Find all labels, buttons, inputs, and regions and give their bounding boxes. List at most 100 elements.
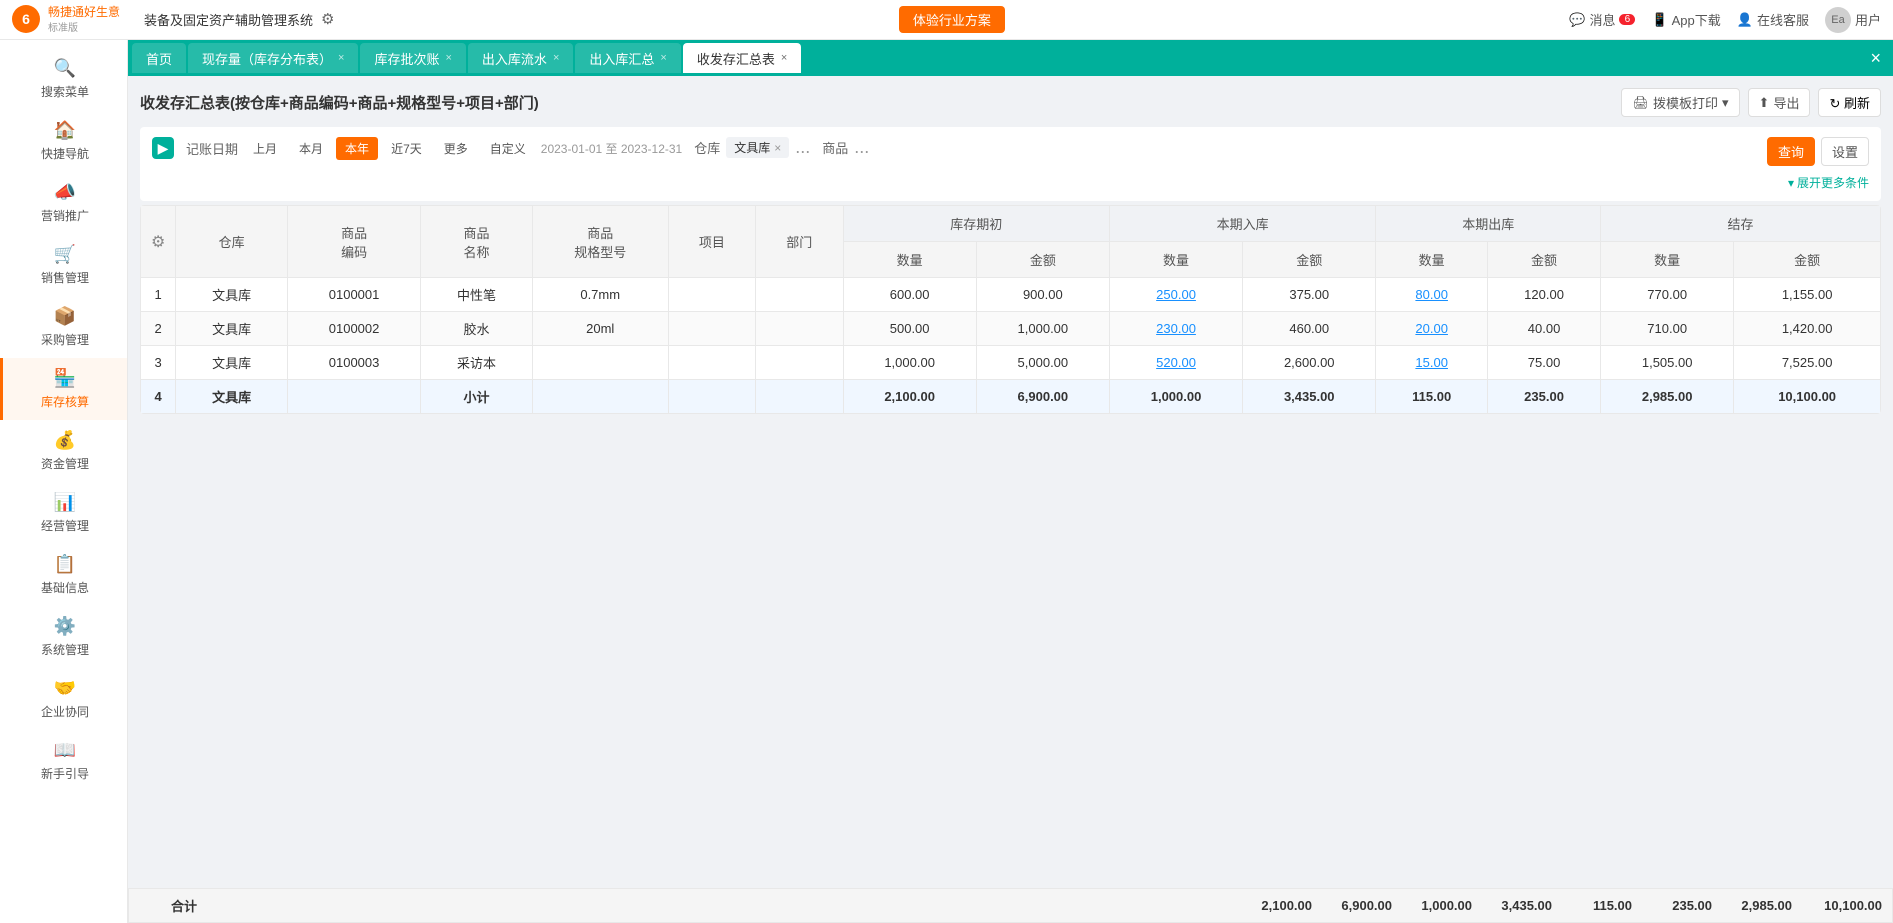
logo-area: 6 畅捷通好生意 标准版 装备及固定资产辅助管理系统 ⚙ <box>12 5 334 34</box>
row-name: 胶水 <box>421 312 533 346</box>
footer-in-qty: 1,000.00 <box>1392 898 1472 913</box>
user-item[interactable]: Ea 用户 <box>1825 7 1881 33</box>
sidebar-item-newbie[interactable]: 📖 新手引导 <box>0 730 127 792</box>
message-item[interactable]: 💬 消息 6 <box>1569 10 1635 29</box>
query-button[interactable]: 查询 <box>1767 137 1815 166</box>
top-header: 6 畅捷通好生意 标准版 装备及固定资产辅助管理系统 ⚙ 体验行业方案 💬 消息… <box>0 0 1893 40</box>
row-out-amt: 40.00 <box>1488 312 1601 346</box>
tab-collect-summary[interactable]: 收发存汇总表 × <box>683 43 801 73</box>
print-button[interactable]: 🖨 拨模板打印 ▾ <box>1621 88 1739 117</box>
experience-button[interactable]: 体验行业方案 <box>899 6 1005 33</box>
column-settings-icon[interactable]: ⚙ <box>151 234 165 251</box>
export-button[interactable]: ⬆ 导出 <box>1748 88 1811 117</box>
goods-more[interactable]: ... <box>854 137 869 158</box>
row-project <box>668 346 755 380</box>
row-in-qty[interactable]: 520.00 <box>1109 346 1242 380</box>
date-opt-7days[interactable]: 近7天 <box>382 137 431 160</box>
date-opt-this-year[interactable]: 本年 <box>336 137 378 160</box>
warehouse-tag-close[interactable]: × <box>774 141 781 155</box>
open-amt-header: 金额 <box>976 242 1109 278</box>
settings-button[interactable]: 设置 <box>1821 137 1869 166</box>
refresh-button[interactable]: ↻ 刷新 <box>1818 88 1881 117</box>
gear-icon[interactable]: ⚙ <box>321 10 334 28</box>
online-service-item[interactable]: 👤 在线客服 <box>1737 10 1809 29</box>
footer-open-amt: 6,900.00 <box>1312 898 1392 913</box>
sidebar-item-basic[interactable]: 📋 基础信息 <box>0 544 127 606</box>
row-open-qty: 600.00 <box>843 278 976 312</box>
sidebar-item-business[interactable]: 📊 经营管理 <box>0 482 127 544</box>
app-download-item[interactable]: 📱 App下载 <box>1651 10 1720 29</box>
tab-close-icon[interactable]: × <box>781 52 787 64</box>
row-open-qty: 2,100.00 <box>843 380 976 414</box>
expand-icon: ▾ <box>1788 176 1794 190</box>
footer-label: 合计 <box>171 896 231 915</box>
row-in-amt: 460.00 <box>1243 312 1376 346</box>
filter-bar: ▶ 记账日期 上月 本月 本年 近7天 更多 自定义 2023-01-01 至 … <box>152 137 1869 166</box>
date-opt-this-month[interactable]: 本月 <box>290 137 332 160</box>
row-open-amt: 5,000.00 <box>976 346 1109 380</box>
sidebar-item-quick[interactable]: 🏠 快捷导航 <box>0 110 127 172</box>
system-name: 装备及固定资产辅助管理系统 <box>144 10 313 29</box>
tab-home[interactable]: 首页 <box>132 43 186 73</box>
tab-flow[interactable]: 出入库流水 × <box>468 43 573 73</box>
row-warehouse: 文具库 <box>176 278 288 312</box>
sidebar-item-system[interactable]: ⚙️ 系统管理 <box>0 606 127 668</box>
open-qty-header: 数量 <box>843 242 976 278</box>
expand-label: 展开更多条件 <box>1797 174 1869 191</box>
sidebar: 🔍 搜索菜单 🏠 快捷导航 📣 营销推广 🛒 销售管理 📦 采购管理 🏪 库存核… <box>0 40 128 923</box>
table-row: 3文具库0100003采访本1,000.005,000.00520.002,60… <box>141 346 1881 380</box>
sidebar-item-purchase[interactable]: 📦 采购管理 <box>0 296 127 358</box>
row-out-qty[interactable]: 80.00 <box>1376 278 1488 312</box>
row-close-qty: 2,985.00 <box>1601 380 1734 414</box>
inventory-icon: 🏪 <box>54 368 76 389</box>
date-opt-more[interactable]: 更多 <box>435 137 477 160</box>
sidebar-item-sales[interactable]: 🛒 销售管理 <box>0 234 127 296</box>
avatar: Ea <box>1825 7 1851 33</box>
date-opt-custom[interactable]: 自定义 <box>481 137 535 160</box>
tab-bar: 首页 现存量（库存分布表） × 库存批次账 × 出入库流水 × 出入库汇总 × … <box>128 40 1893 76</box>
row-out-qty[interactable]: 15.00 <box>1376 346 1488 380</box>
tab-close-icon[interactable]: × <box>445 52 451 64</box>
row-open-amt: 900.00 <box>976 278 1109 312</box>
tab-close-icon[interactable]: × <box>553 52 559 64</box>
in-group-header: 本期入库 <box>1109 206 1375 242</box>
sidebar-item-finance[interactable]: 💰 资金管理 <box>0 420 127 482</box>
tab-inventory-dist[interactable]: 现存量（库存分布表） × <box>188 43 358 73</box>
footer-open-qty: 2,100.00 <box>1232 898 1312 913</box>
row-out-qty[interactable]: 20.00 <box>1376 312 1488 346</box>
table-row: 2文具库0100002胶水20ml500.001,000.00230.00460… <box>141 312 1881 346</box>
tab-close-icon[interactable]: × <box>338 52 344 64</box>
expand-more-button[interactable]: ▾ 展开更多条件 <box>1788 174 1869 191</box>
row-spec <box>532 346 668 380</box>
warehouse-more[interactable]: ... <box>795 137 810 158</box>
row-in-qty[interactable]: 230.00 <box>1109 312 1242 346</box>
search-icon: 🔍 <box>54 58 76 79</box>
print-icon: 🖨 <box>1632 95 1649 111</box>
print-label: 拨模板打印 <box>1653 93 1718 112</box>
close-all-tabs-button[interactable]: × <box>1862 48 1889 69</box>
row-name: 采访本 <box>421 346 533 380</box>
row-open-amt: 1,000.00 <box>976 312 1109 346</box>
tab-batch[interactable]: 库存批次账 × <box>360 43 465 73</box>
tab-close-icon[interactable]: × <box>660 52 666 64</box>
date-opt-last-month[interactable]: 上月 <box>244 137 286 160</box>
row-close-amt: 7,525.00 <box>1734 346 1881 380</box>
filter-toggle-button[interactable]: ▶ <box>152 137 174 159</box>
row-in-qty[interactable]: 250.00 <box>1109 278 1242 312</box>
online-service-label: 在线客服 <box>1757 10 1809 29</box>
page-content: 收发存汇总表(按仓库+商品编码+商品+规格型号+项目+部门) 🖨 拨模板打印 ▾… <box>128 76 1893 923</box>
sidebar-item-label: 销售管理 <box>41 269 89 286</box>
content-area: 首页 现存量（库存分布表） × 库存批次账 × 出入库流水 × 出入库汇总 × … <box>128 40 1893 923</box>
goods-filter-group: 商品 ... <box>822 137 869 158</box>
sidebar-item-corp[interactable]: 🤝 企业协同 <box>0 668 127 730</box>
sidebar-item-label: 快捷导航 <box>41 145 89 162</box>
sidebar-item-inventory[interactable]: 🏪 库存核算 <box>0 358 127 420</box>
row-project <box>668 312 755 346</box>
tab-summary[interactable]: 出入库汇总 × <box>575 43 680 73</box>
export-icon: ⬆ <box>1759 95 1770 111</box>
warehouse-tag: 文具库 × <box>726 137 789 158</box>
row-close-qty: 770.00 <box>1601 278 1734 312</box>
sidebar-item-search[interactable]: 🔍 搜索菜单 <box>0 48 127 110</box>
page-title: 收发存汇总表(按仓库+商品编码+商品+规格型号+项目+部门) <box>140 92 539 113</box>
sidebar-item-marketing[interactable]: 📣 营销推广 <box>0 172 127 234</box>
